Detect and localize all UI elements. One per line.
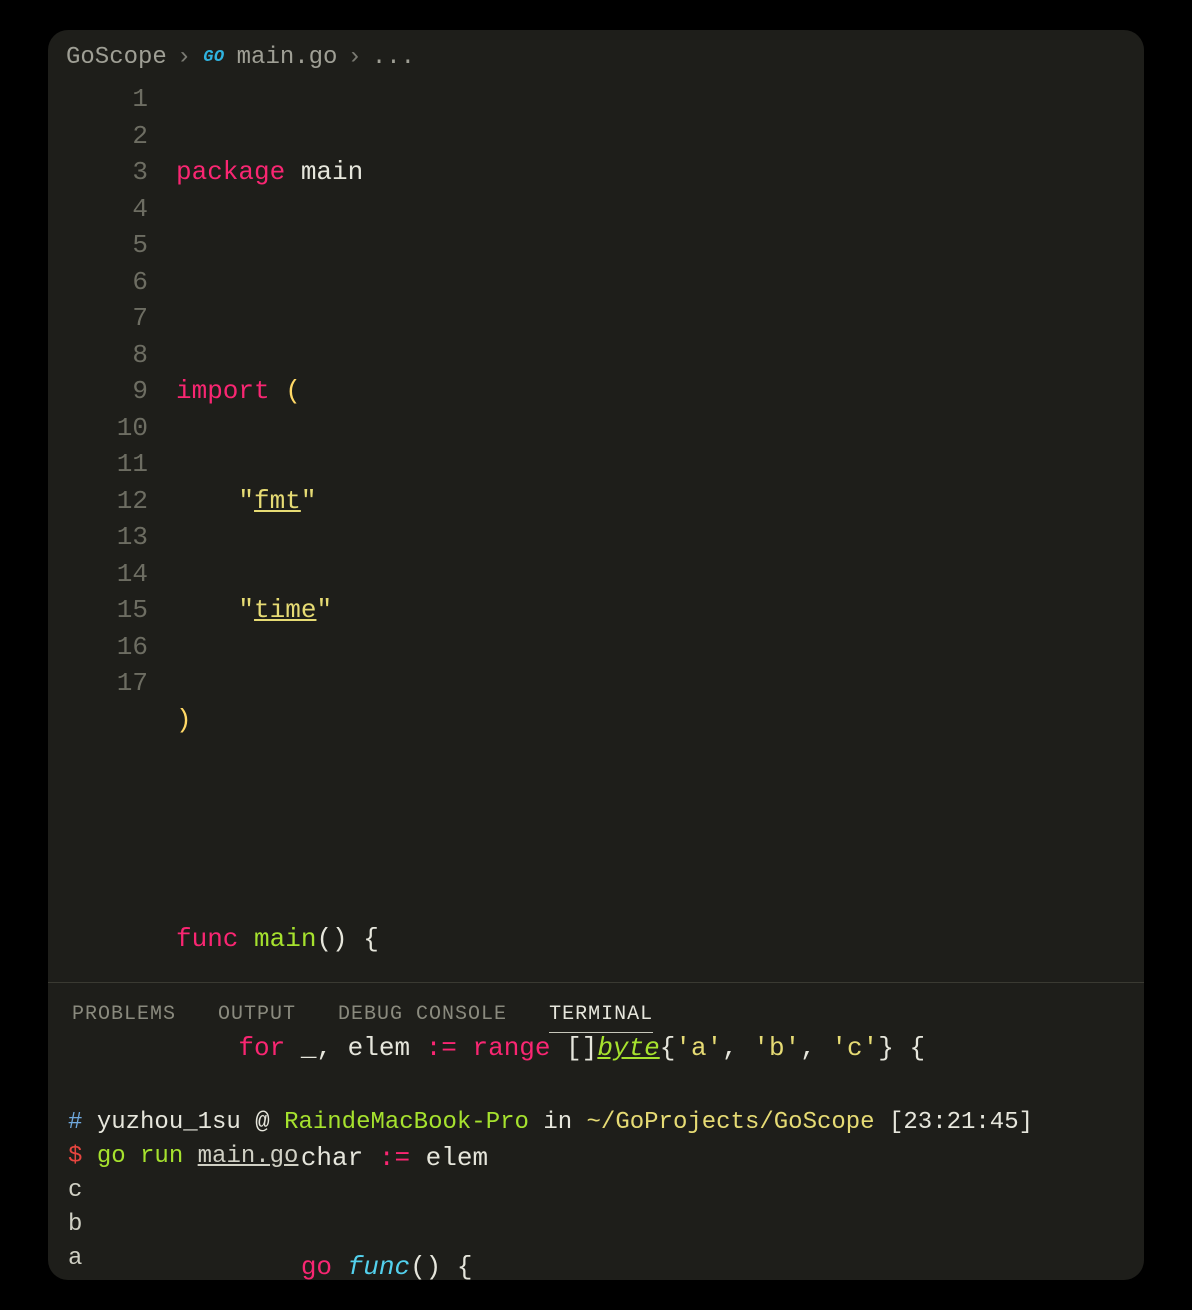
tab-debug-console[interactable]: DEBUG CONSOLE: [338, 1003, 507, 1033]
line-number: 3: [48, 154, 148, 191]
terminal-time: [23:21:45]: [889, 1109, 1033, 1136]
panel-tab-bar: PROBLEMS OUTPUT DEBUG CONSOLE TERMINAL: [48, 982, 1144, 1047]
line-number: 16: [48, 629, 148, 666]
line-number: 11: [48, 446, 148, 483]
code-token: import: [176, 373, 270, 410]
code-token: {: [348, 921, 379, 958]
terminal-output-line: a: [68, 1245, 82, 1272]
line-number: 7: [48, 300, 148, 337]
line-number: 6: [48, 264, 148, 301]
line-number: 1: [48, 81, 148, 118]
code-token: [285, 154, 301, 191]
code-token: ): [176, 702, 192, 739]
code-token: ": [238, 483, 254, 520]
code-token: fmt: [254, 483, 301, 520]
terminal-path: ~/GoProjects/GoScope: [587, 1109, 875, 1136]
code-token: main: [301, 154, 363, 191]
breadcrumb-tail[interactable]: ...: [372, 44, 415, 71]
line-number: 9: [48, 373, 148, 410]
code-token: func: [176, 921, 238, 958]
code-token: (): [316, 921, 347, 958]
line-number: 12: [48, 483, 148, 520]
line-number: 2: [48, 118, 148, 155]
code-token: ": [238, 592, 254, 629]
tab-terminal[interactable]: TERMINAL: [549, 1003, 653, 1033]
terminal-in: in: [543, 1109, 572, 1136]
line-number: 14: [48, 556, 148, 593]
terminal-prompt-hash: #: [68, 1109, 82, 1136]
tab-output[interactable]: OUTPUT: [218, 1003, 296, 1033]
tab-problems[interactable]: PROBLEMS: [72, 1003, 176, 1033]
terminal-command: go run: [97, 1143, 183, 1170]
line-number: 15: [48, 592, 148, 629]
breadcrumb-file[interactable]: main.go: [237, 44, 338, 71]
line-number: 5: [48, 227, 148, 264]
line-number: 17: [48, 665, 148, 702]
code-token: time: [254, 592, 316, 629]
code-token: (: [285, 373, 301, 410]
chevron-right-icon: ›: [347, 44, 361, 71]
line-number: 4: [48, 191, 148, 228]
terminal-user: yuzhou_1su: [97, 1109, 241, 1136]
line-number: 10: [48, 410, 148, 447]
terminal-output-line: b: [68, 1211, 82, 1238]
terminal-arg: main.go: [198, 1143, 299, 1170]
go-file-icon: GO: [201, 48, 226, 67]
code-token: package: [176, 154, 285, 191]
line-number: 8: [48, 337, 148, 374]
code-token: ": [316, 592, 332, 629]
line-number: 13: [48, 519, 148, 556]
editor-window: GoScope › GO main.go › ... 1 2 3 4 5 6 7…: [48, 30, 1144, 1280]
breadcrumb[interactable]: GoScope › GO main.go › ...: [48, 30, 1144, 81]
terminal-panel[interactable]: # yuzhou_1su @ RaindeMacBook-Pro in ~/Go…: [48, 1066, 1144, 1280]
terminal-prompt-dollar: $: [68, 1143, 82, 1170]
terminal-at: @: [255, 1109, 269, 1136]
breadcrumb-root[interactable]: GoScope: [66, 44, 167, 71]
terminal-host: RaindeMacBook-Pro: [284, 1109, 529, 1136]
code-token: main: [254, 921, 316, 958]
terminal-output-line: c: [68, 1177, 82, 1204]
chevron-right-icon: ›: [177, 44, 191, 71]
code-token: ": [301, 483, 317, 520]
